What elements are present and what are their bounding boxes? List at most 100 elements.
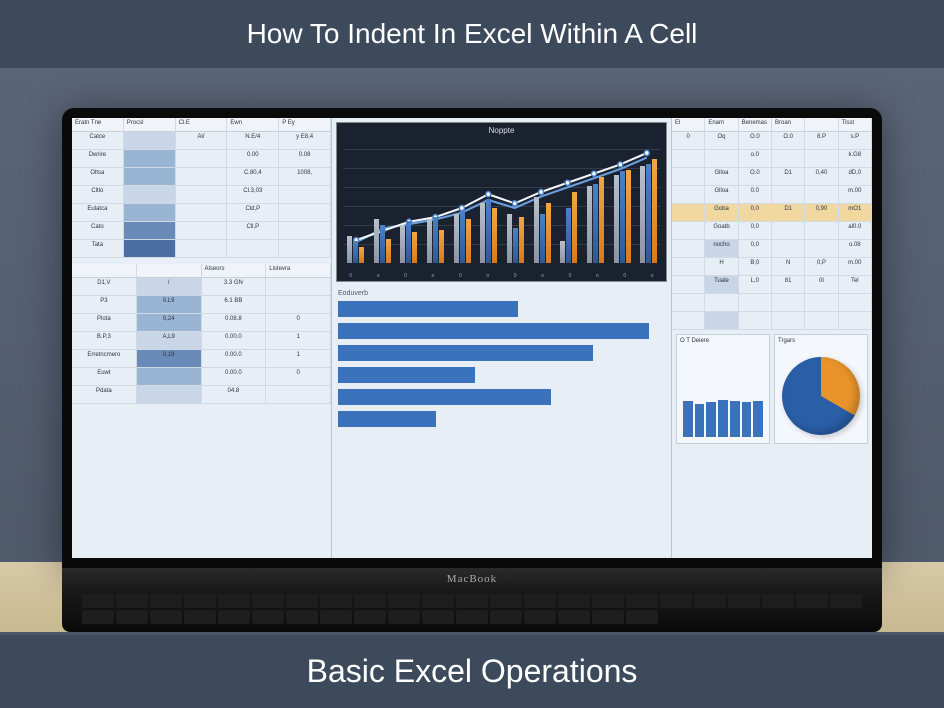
table-row[interactable]: EulatcaCld,P <box>72 204 331 222</box>
left-table-header: Eratn Tne Procsl Cl.E Ewn P Ey <box>72 118 331 132</box>
table-row[interactable]: Erretncmero0,190.00.01 <box>72 350 331 368</box>
hbar-row <box>338 345 665 361</box>
chart-bar <box>492 208 497 263</box>
keyboard <box>62 590 882 632</box>
table-row[interactable]: CltloCl.3,03 <box>72 186 331 204</box>
table-row[interactable]: GlloaO.0D10,40dD,0 <box>672 168 872 186</box>
hbar-row <box>338 323 665 339</box>
table-row[interactable]: TualeL,0810ITel <box>672 276 872 294</box>
chart-bar <box>406 221 411 263</box>
table-row[interactable]: Goatb0,0al0.0 <box>672 222 872 240</box>
hbar-chart: Eoduverb <box>332 286 671 437</box>
chart-bar <box>427 219 432 263</box>
table-row[interactable]: D1,V/3.3 GN <box>72 278 331 296</box>
hbar-title: Eoduverb <box>338 290 665 297</box>
chart-bar <box>599 177 604 263</box>
left-table2-header: Alseors Listevra <box>72 264 331 278</box>
chart-bar <box>513 228 518 263</box>
table-row[interactable]: 0OqO.0O.08.Ps.P <box>672 132 872 150</box>
chart-bar <box>439 230 444 263</box>
screen-bezel: Eratn Tne Procsl Cl.E Ewn P Ey CatceAl/N… <box>62 108 882 568</box>
chart-bar <box>652 159 657 264</box>
table-row[interactable] <box>672 312 872 330</box>
laptop-brand: MacBook <box>62 568 882 590</box>
chart-bar <box>560 241 565 263</box>
table-row[interactable]: HB,0N0,Pm.00 <box>672 258 872 276</box>
chart-bar <box>353 241 358 263</box>
hbar-row <box>338 411 665 427</box>
chart-bar <box>640 166 645 263</box>
table-row[interactable]: o.0k.G8 <box>672 150 872 168</box>
chart-bar <box>620 171 625 263</box>
chart-title: Noppte <box>337 123 666 138</box>
hbar-row <box>338 367 665 383</box>
table-row[interactable]: Goba0,0D10,90mO1 <box>672 204 872 222</box>
table-row[interactable]: Tata <box>72 240 331 258</box>
spreadsheet-app: Eratn Tne Procsl Cl.E Ewn P Ey CatceAl/N… <box>72 118 872 558</box>
table-row[interactable]: Plota0,240.08.80 <box>72 314 331 332</box>
chart-bar <box>593 184 598 263</box>
table-row[interactable] <box>672 294 872 312</box>
table-row[interactable]: Dwrire0.000.08 <box>72 150 331 168</box>
table-row[interactable]: Euwt0.00.00 <box>72 368 331 386</box>
pie-title: Trgars <box>778 338 864 344</box>
scene: Eratn Tne Procsl Cl.E Ewn P Ey CatceAl/N… <box>0 68 944 632</box>
chart-bar <box>460 210 465 263</box>
chart-bar <box>400 225 405 264</box>
table-row[interactable]: B.P,3A,L90.00.01 <box>72 332 331 350</box>
chart-bar <box>466 219 471 263</box>
table-row[interactable]: Glloa0.0m.00 <box>672 186 872 204</box>
chart-bar <box>646 164 651 263</box>
chart-bar <box>546 203 551 264</box>
mini-bar <box>695 404 705 437</box>
chart-bar <box>347 236 352 264</box>
pie-graphic <box>782 357 860 435</box>
mini-bar-title: O T Deiere <box>680 338 766 344</box>
chart-bar <box>486 199 491 263</box>
mini-bar-chart: O T Deiere <box>676 334 770 444</box>
right-table-header: El Enam Benemas Broan Tisst <box>672 118 872 132</box>
combo-chart: Noppte 0o0o0o0o0o0o <box>336 122 667 282</box>
hbar-row <box>338 301 665 317</box>
title-banner: How To Indent In Excel Within A Cell <box>0 0 944 68</box>
chart-bar <box>519 217 524 263</box>
chart-bar <box>534 197 539 263</box>
laptop: Eratn Tne Procsl Cl.E Ewn P Ey CatceAl/N… <box>62 108 882 632</box>
table-row[interactable]: OltsaC.80,41008, <box>72 168 331 186</box>
left-panel: Eratn Tne Procsl Cl.E Ewn P Ey CatceAl/N… <box>72 118 332 558</box>
chart-bar <box>386 239 391 263</box>
mini-bar <box>718 400 728 437</box>
table-row[interactable]: nocho0,0o.08 <box>672 240 872 258</box>
mini-bar <box>683 401 693 437</box>
chart-bar <box>380 225 385 264</box>
table-row[interactable]: P30.L96.1 BB <box>72 296 331 314</box>
right-panel: El Enam Benemas Broan Tisst 0OqO.0O.08.P… <box>672 118 872 558</box>
chart-plot <box>343 138 660 263</box>
chart-bar <box>566 208 571 263</box>
chart-bar <box>359 247 364 264</box>
chart-bar <box>433 217 438 263</box>
chart-x-axis: 0o0o0o0o0o0o <box>337 273 666 279</box>
chart-bar <box>587 186 592 263</box>
chart-bar <box>540 214 545 264</box>
subtitle-banner: Basic Excel Operations <box>0 635 944 708</box>
mini-bar <box>753 401 763 437</box>
chart-bar <box>374 219 379 263</box>
chart-bar <box>480 203 485 264</box>
table-row[interactable]: Pdata04.8 <box>72 386 331 404</box>
chart-bar <box>626 170 631 264</box>
chart-bar <box>614 175 619 263</box>
table-row[interactable]: CatceAl/N.E/4y E8,4 <box>72 132 331 150</box>
chart-bar <box>572 192 577 264</box>
chart-bar <box>507 214 512 264</box>
mid-panel: Noppte 0o0o0o0o0o0o Eoduverb <box>332 118 672 558</box>
mini-bar <box>742 402 752 437</box>
mini-bar <box>706 402 716 437</box>
table-row[interactable]: CatoCll,P <box>72 222 331 240</box>
hbar-row <box>338 389 665 405</box>
mini-charts: O T Deiere Trgars <box>672 330 872 448</box>
chart-bar <box>412 232 417 263</box>
pie-chart: Trgars <box>774 334 868 444</box>
chart-bar <box>454 214 459 264</box>
mini-bar <box>730 401 740 437</box>
